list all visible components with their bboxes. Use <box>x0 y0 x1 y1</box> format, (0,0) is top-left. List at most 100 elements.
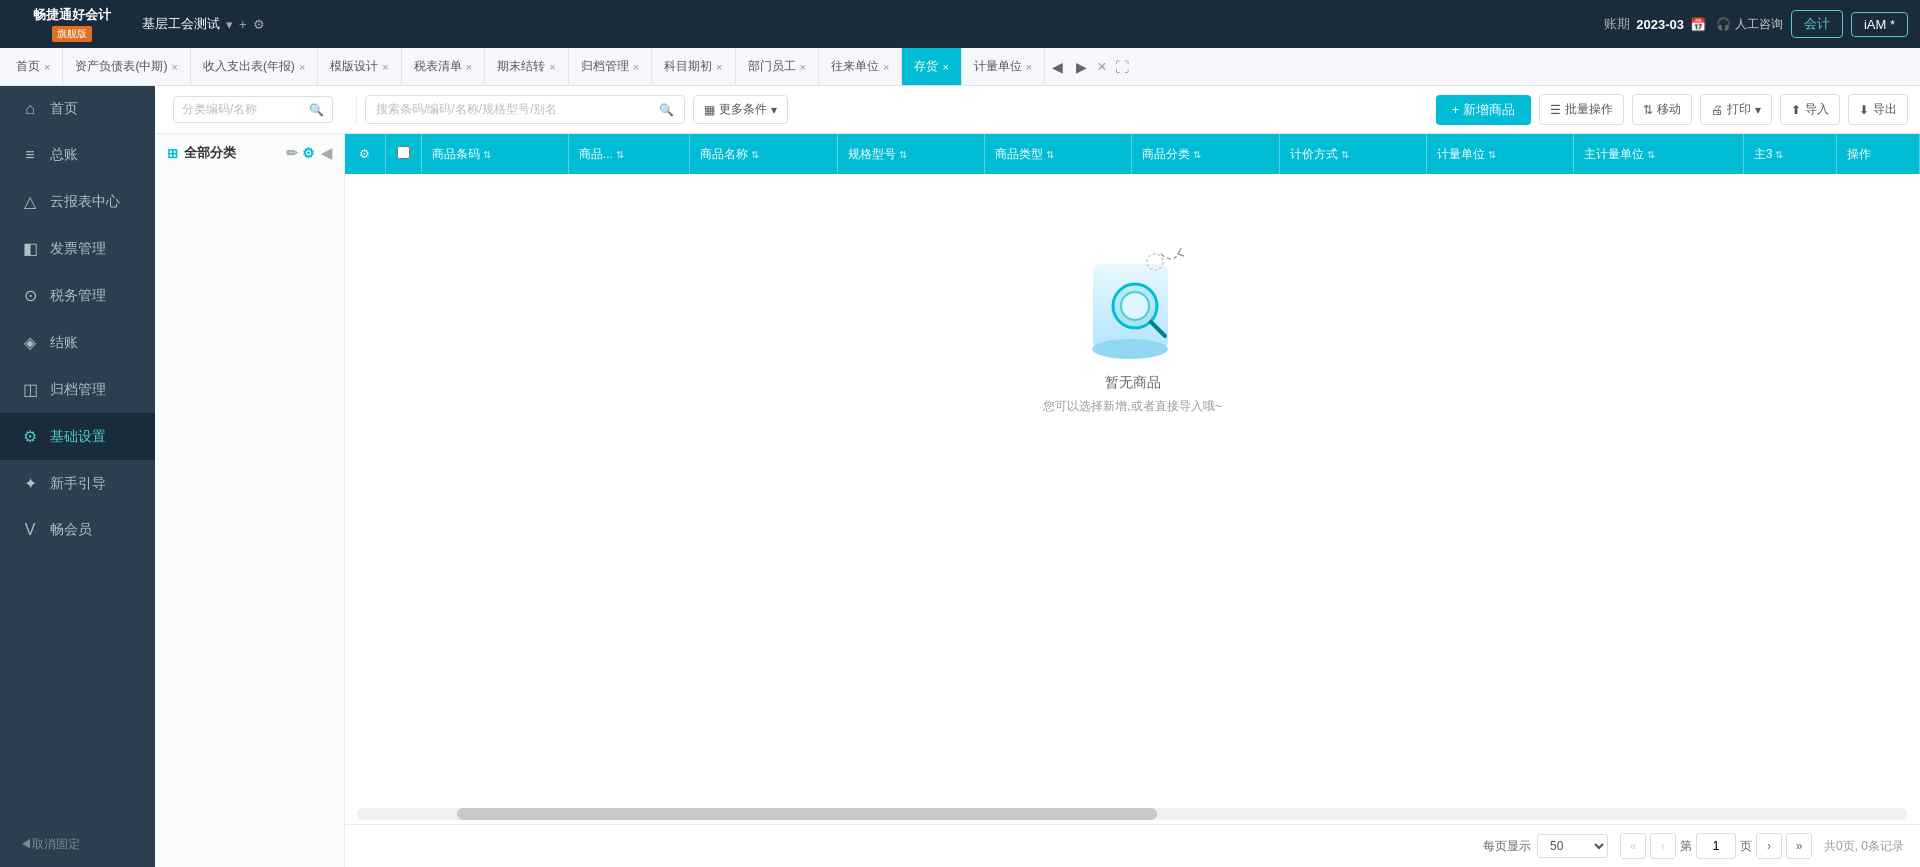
tab-period-end-close[interactable]: × <box>549 61 555 73</box>
sidebar-label-guide: 新手引导 <box>50 475 106 493</box>
iam-button[interactable]: iAM * <box>1851 12 1908 37</box>
svg-point-1 <box>1092 339 1168 359</box>
tab-inventory-label: 存货 <box>914 58 938 75</box>
settings-icon[interactable]: ⚙ <box>253 17 265 32</box>
company-selector[interactable]: 基层工会测试 ▾ + ⚙ <box>142 15 1594 33</box>
tab-home[interactable]: 首页 × <box>4 48 63 85</box>
page-size-wrap: 每页显示 50 10 20 100 <box>1483 834 1608 858</box>
tab-period-end[interactable]: 期末结转 × <box>485 48 568 85</box>
tab-income-close[interactable]: × <box>299 61 305 73</box>
prev-page-button[interactable]: ‹ <box>1650 833 1676 859</box>
tab-balance-close[interactable]: × <box>171 61 177 73</box>
tab-balance[interactable]: 资产负债表(中期) × <box>63 48 190 85</box>
new-product-button[interactable]: + 新增商品 <box>1436 95 1531 125</box>
page-size-select[interactable]: 50 10 20 100 <box>1537 834 1608 858</box>
classify-search-input[interactable]: 分类编码/名称 🔍 <box>173 96 333 123</box>
empty-subtitle: 您可以选择新增,或者直接导入哦~ <box>1043 398 1221 415</box>
edit-category-icon[interactable]: ✏ <box>286 145 298 161</box>
first-page-button[interactable]: « <box>1620 833 1646 859</box>
headset-icon: 🎧 <box>1716 17 1731 31</box>
tab-tax-label: 税表清单 <box>414 58 462 75</box>
export-icon: ⬇ <box>1859 103 1869 117</box>
split-area: ⊞ 全部分类 ✏ ⚙ ◀ ⚙ <box>155 134 1920 867</box>
table-col-main-unit: 主计量单位⇅ <box>1574 134 1743 174</box>
sidebar-item-home[interactable]: ⌂ 首页 <box>0 86 155 132</box>
tab-archive-close[interactable]: × <box>633 61 639 73</box>
tab-inventory[interactable]: 存货 × <box>902 48 961 85</box>
table-col-price-method: 计价方式⇅ <box>1279 134 1426 174</box>
tab-template-close[interactable]: × <box>382 61 388 73</box>
sidebar-item-invoice[interactable]: ◧ 发票管理 <box>0 225 155 272</box>
gear-icon: ⚙ <box>20 427 40 446</box>
cancel-fixed-button[interactable]: ◀取消固定 <box>0 822 155 867</box>
export-label: 导出 <box>1873 101 1897 118</box>
empty-title: 暂无商品 <box>1105 374 1161 392</box>
horizontal-scrollbar[interactable] <box>357 808 1908 820</box>
sidebar-item-guide[interactable]: ✦ 新手引导 <box>0 460 155 507</box>
next-page-button[interactable]: › <box>1756 833 1782 859</box>
table-col-settings[interactable]: ⚙ <box>345 134 385 174</box>
tab-partner-close[interactable]: × <box>883 61 889 73</box>
main-layout: ⌂ 首页 ≡ 总账 △ 云报表中心 ◧ 发票管理 ⊙ 税务管理 ◈ 结账 ◫ 归… <box>0 86 1920 867</box>
product-table: ⚙ 商品条码⇅ 商品...⇅ 商品名称⇅ <box>345 134 1920 174</box>
tax-icon: ⊙ <box>20 286 40 305</box>
tab-close-all[interactable]: × <box>1093 58 1110 76</box>
more-filter-button[interactable]: ▦ 更多条件 ▾ <box>693 95 788 124</box>
company-name: 基层工会测试 <box>142 15 220 33</box>
tab-dept[interactable]: 部门员工 × <box>736 48 819 85</box>
export-button[interactable]: ⬇ 导出 <box>1848 94 1908 125</box>
main-search-input[interactable]: 搜索条码/编码/名称/规格型号/别名 🔍 <box>365 95 685 124</box>
page-number-input[interactable] <box>1696 833 1736 859</box>
sidebar-item-ledger[interactable]: ≡ 总账 <box>0 132 155 178</box>
page-text: 第 <box>1680 838 1692 855</box>
print-button[interactable]: 🖨 打印 ▾ <box>1700 94 1772 125</box>
tab-subject-close[interactable]: × <box>716 61 722 73</box>
sidebar-item-close[interactable]: ◈ 结账 <box>0 319 155 366</box>
tab-unit-close[interactable]: × <box>1026 61 1032 73</box>
tab-nav-left[interactable]: ◀ <box>1045 55 1069 79</box>
tab-template[interactable]: 模版设计 × <box>318 48 401 85</box>
batch-operation-button[interactable]: ☰ 批量操作 <box>1539 94 1624 125</box>
sidebar-item-member[interactable]: V 畅会员 <box>0 507 155 553</box>
tab-archive[interactable]: 归档管理 × <box>569 48 652 85</box>
sidebar-item-tax[interactable]: ⊙ 税务管理 <box>0 272 155 319</box>
sidebar-item-reports[interactable]: △ 云报表中心 <box>0 178 155 225</box>
tab-expand[interactable]: ⛶ <box>1111 59 1133 75</box>
sidebar-item-archive[interactable]: ◫ 归档管理 <box>0 366 155 413</box>
tab-tax[interactable]: 税表清单 × <box>402 48 485 85</box>
tab-dept-close[interactable]: × <box>800 61 806 73</box>
select-all-checkbox[interactable] <box>397 146 410 159</box>
chevron-down-icon: ▾ <box>771 103 777 117</box>
add-icon[interactable]: + <box>239 17 247 32</box>
sidebar-item-basic[interactable]: ⚙ 基础设置 <box>0 413 155 460</box>
tab-subject[interactable]: 科目期初 × <box>652 48 735 85</box>
page-size-label: 每页显示 <box>1483 838 1531 855</box>
reports-icon: △ <box>20 192 40 211</box>
tab-bar: 首页 × 资产负债表(中期) × 收入支出表(年报) × 模版设计 × 税表清单… <box>0 48 1920 86</box>
tab-nav-right[interactable]: ▶ <box>1069 55 1093 79</box>
tab-unit[interactable]: 计量单位 × <box>962 48 1045 85</box>
tab-home-close[interactable]: × <box>44 61 50 73</box>
guide-icon: ✦ <box>20 474 40 493</box>
tab-tax-close[interactable]: × <box>466 61 472 73</box>
tab-partner[interactable]: 往来单位 × <box>819 48 902 85</box>
collapse-panel-icon[interactable]: ◀ <box>321 145 332 161</box>
scrollbar-thumb[interactable] <box>457 808 1157 820</box>
right-content: ⚙ 商品条码⇅ 商品...⇅ 商品名称⇅ <box>345 134 1920 867</box>
tab-inventory-close[interactable]: × <box>942 61 948 73</box>
settings-category-icon[interactable]: ⚙ <box>302 145 315 161</box>
move-button[interactable]: ⇅ 移动 <box>1632 94 1692 125</box>
logo-title: 畅捷通好会计 <box>33 6 111 24</box>
home-icon: ⌂ <box>20 100 40 118</box>
table-col-checkbox[interactable] <box>385 134 421 174</box>
calendar-icon[interactable]: 📅 <box>1690 17 1706 32</box>
left-panel-actions: ✏ ⚙ <box>286 145 315 161</box>
import-button[interactable]: ⬆ 导入 <box>1780 94 1840 125</box>
left-panel-header: ⊞ 全部分类 ✏ ⚙ ◀ <box>155 134 344 172</box>
tab-income[interactable]: 收入支出表(年报) × <box>191 48 318 85</box>
sidebar-label-ledger: 总账 <box>50 146 78 164</box>
last-page-button[interactable]: » <box>1786 833 1812 859</box>
move-icon: ⇅ <box>1643 103 1653 117</box>
account-button[interactable]: 会计 <box>1791 10 1843 38</box>
support-button[interactable]: 🎧 人工咨询 <box>1716 16 1783 33</box>
